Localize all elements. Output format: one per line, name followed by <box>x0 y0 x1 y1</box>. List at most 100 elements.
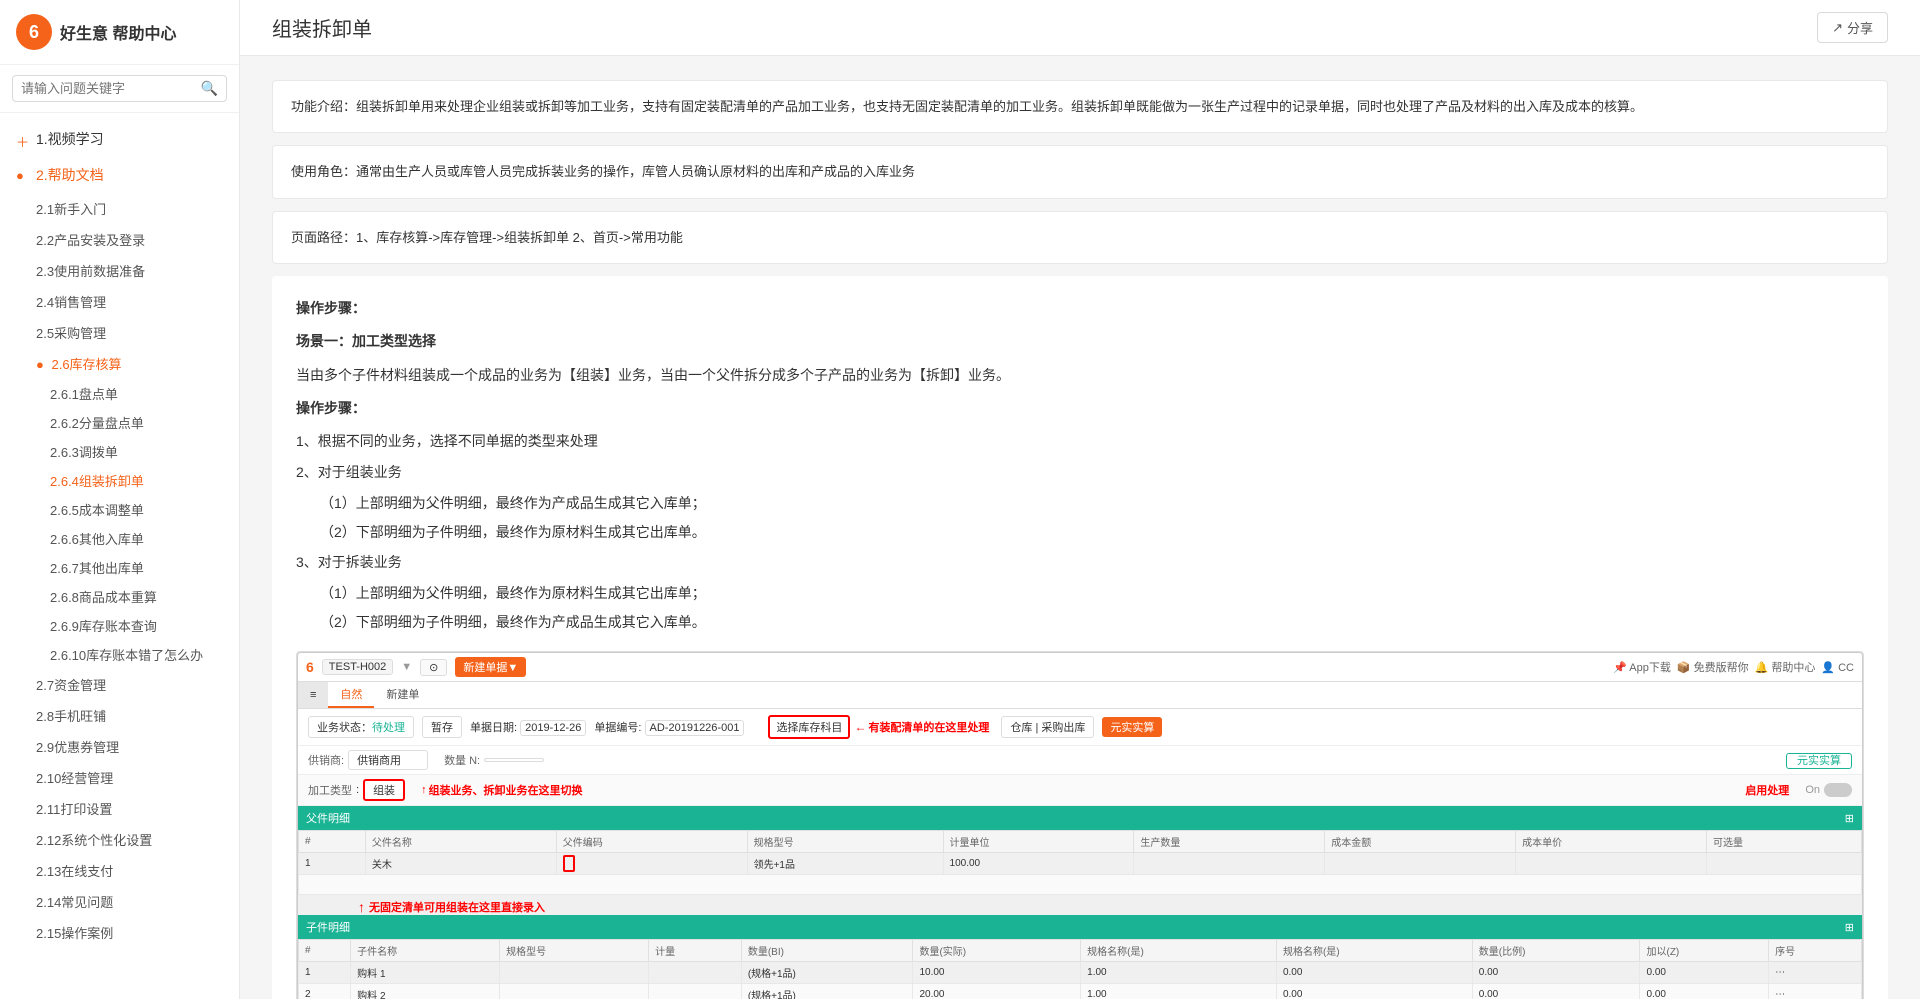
nav-item-265[interactable]: 2.6.5成本调整单 <box>0 495 239 524</box>
nav-item-2610[interactable]: 2.6.10库存账本错了怎么办 <box>0 640 239 669</box>
lth-num: 加以(Z) <box>1640 940 1769 962</box>
step-2: 2、对于组装业务 <box>296 460 1864 485</box>
th-unit: 计量单位 <box>943 831 1134 853</box>
search-box[interactable]: 🔍 <box>12 75 227 102</box>
app-logo: 6 <box>16 14 52 50</box>
path-text: 页面路径：1、库存核算->库存管理->组装拆卸单 2、首页->常用功能 <box>291 230 683 245</box>
nav-section-2: ● 2.帮助文档 2.1新手入门 2.2产品安装及登录 2.3使用前数据准备 2… <box>0 157 239 948</box>
search-input[interactable] <box>21 81 201 96</box>
sim-tab-natural[interactable]: 自然 <box>328 682 374 708</box>
share-button[interactable]: ↗ 分享 <box>1817 12 1888 43</box>
annotation-arrow-4: ↑ <box>358 899 365 915</box>
sim-type-value[interactable]: 组装 <box>363 779 405 801</box>
sim-processing-btn[interactable]: 业务状态：待处理 <box>308 716 414 738</box>
page-title: 组装拆卸单 <box>272 13 372 42</box>
annotation-3: 启用处理 <box>1745 782 1789 798</box>
lth-qty-actual: 数量(实际) <box>913 940 1081 962</box>
lth-seq: # <box>299 940 351 962</box>
nav-item-212[interactable]: 2.12系统个性化设置 <box>0 824 239 855</box>
nav-item-29[interactable]: 2.9优惠券管理 <box>0 731 239 762</box>
nav-item-docs[interactable]: ● 2.帮助文档 <box>0 157 239 193</box>
nav-item-24[interactable]: 2.4销售管理 <box>0 286 239 317</box>
sim-type-row: 加工类型: 组装 ↑ 组装业务、拆卸业务在这里切换 启用处理 On <box>298 775 1862 806</box>
logo-area: 6 好生意 帮助中心 <box>0 0 239 65</box>
ops-section: 操作步骤： 场景一：加工类型选择 当由多个子件材料组装成一个成品的业务为【组装】… <box>272 276 1888 999</box>
sim-count-field: 数量 N: <box>444 752 544 768</box>
cell-parent-code <box>556 853 747 875</box>
th-parent-code: 父件编码 <box>556 831 747 853</box>
sim-supplier-input[interactable]: 供销商用 <box>348 750 428 770</box>
nav-item-262[interactable]: 2.6.2分量盘点单 <box>0 408 239 437</box>
nav-item-269[interactable]: 2.6.9库存账本查询 <box>0 611 239 640</box>
lth-name: 子件名称 <box>351 940 500 962</box>
lth-qty-ratio: 数量(比例) <box>1472 940 1640 962</box>
step-3-2: （2）下部明细为子件明细，最终作为产成品生成其它入库单。 <box>320 610 1864 635</box>
sim-count-input[interactable] <box>484 758 544 762</box>
nav-item-26[interactable]: ● 2.6库存核算 <box>0 348 239 379</box>
nav-item-213[interactable]: 2.13在线支付 <box>0 855 239 886</box>
nav-item-215[interactable]: 2.15操作案例 <box>0 917 239 948</box>
intro-text: 功能介绍：组装拆卸单用来处理企业组装或拆卸等加工业务，支持有固定装配清单的产品加… <box>291 99 1643 114</box>
sim-assembly-btn[interactable]: 选择库存科目 <box>768 715 850 739</box>
sim-save-btn[interactable]: 暂存 <box>422 716 462 738</box>
nav-item-27[interactable]: 2.7资金管理 <box>0 669 239 700</box>
sim-lower-expand-btn[interactable]: ⊞ <box>1845 921 1854 934</box>
sim-tab-bar: 自然 新建单 <box>328 682 431 708</box>
sim-enable-btn[interactable]: On <box>1805 783 1852 797</box>
nav-item-21[interactable]: 2.1新手入门 <box>0 193 239 224</box>
sim-upper-expand-btn[interactable]: ⊞ <box>1845 812 1854 825</box>
role-block: 使用角色：通常由生产人员或库管人员完成拆装业务的操作，库管人员确认原材料的出库和… <box>272 145 1888 198</box>
share-icon: ↗ <box>1832 20 1843 36</box>
sim-ok-btn[interactable]: 元实实算 <box>1786 752 1852 768</box>
nav-item-263[interactable]: 2.6.3调拨单 <box>0 437 239 466</box>
ops-title: 操作步骤： <box>296 296 1864 321</box>
sim-form-row: 供销商: 供销商用 数量 N: 元实实算 <box>298 746 1862 775</box>
cell-qty <box>1134 853 1325 875</box>
th-qty: 生产数量 <box>1134 831 1325 853</box>
lth-spec2: 计量 <box>649 940 742 962</box>
step-3: 3、对于拆装业务 <box>296 550 1864 575</box>
table-row: 1 关木 领先+1品 100.00 <box>299 853 1862 875</box>
step-1: 1、根据不同的业务，选择不同单据的类型来处理 <box>296 429 1864 454</box>
sim-lower-header: 子件明细 ⊞ <box>298 915 1862 939</box>
sim-tab-new[interactable]: 新建单 <box>374 682 431 708</box>
cell-unit-cost <box>1516 853 1707 875</box>
annotation-arrow-2: ↑ <box>421 784 427 796</box>
step-2-2: （2）下部明细为子件明细，最终作为原材料生成其它出库单。 <box>320 520 1864 545</box>
nav-item-211[interactable]: 2.11打印设置 <box>0 793 239 824</box>
search-icon[interactable]: 🔍 <box>201 80 218 97</box>
nav-item-264[interactable]: 2.6.4组装拆卸单 <box>0 466 239 495</box>
nav-item-268[interactable]: 2.6.8商品成本重算 <box>0 582 239 611</box>
sim-action-btn[interactable]: 仓库 | 采购出库 <box>1001 716 1094 738</box>
lower-table-header-row: # 子件名称 规格型号 计量 数量(BI) 数量(实际) 规格名称(是) 规格名… <box>299 940 1862 962</box>
nav-item-261[interactable]: 2.6.1盘点单 <box>0 379 239 408</box>
nav-item-videos[interactable]: ＋ 1.视频学习 <box>0 121 239 157</box>
sim-confirm-btn[interactable]: 元实实算 <box>1102 717 1162 737</box>
nav-list: ＋ 1.视频学习 ● 2.帮助文档 2.1新手入门 2.2产品安装及登录 2.3… <box>0 113 239 999</box>
th-spec: 规格型号 <box>747 831 943 853</box>
table-row-empty <box>299 875 1862 895</box>
path-block: 页面路径：1、库存核算->库存管理->组装拆卸单 2、首页->常用功能 <box>272 211 1888 264</box>
nav-item-210[interactable]: 2.10经营管理 <box>0 762 239 793</box>
toggle-switch[interactable] <box>1824 783 1852 797</box>
nav-item-266[interactable]: 2.6.6其他入库单 <box>0 524 239 553</box>
annotation-1: 有装配清单的在这里处理 <box>868 719 989 735</box>
nav-item-23[interactable]: 2.3使用前数据准备 <box>0 255 239 286</box>
step-3-1: （1）上部明细为父件明细，最终作为原材料生成其它出库单； <box>320 581 1864 606</box>
nav-item-28[interactable]: 2.8手机旺铺 <box>0 700 239 731</box>
nav-item-25[interactable]: 2.5采购管理 <box>0 317 239 348</box>
nav-item-22[interactable]: 2.2产品安装及登录 <box>0 224 239 255</box>
sim-upper-header: 父件明细 ⊞ <box>298 806 1862 830</box>
nav-item-214[interactable]: 2.14常见问题 <box>0 886 239 917</box>
top-bar: 组装拆卸单 ↗ 分享 <box>240 0 1920 56</box>
screenshot-area: 6 TEST-H002 ▼ ⊙ 新建单据▼ 📌 App下载 📦 免费版帮你 🔔 … <box>296 651 1864 999</box>
expand-icon-2: ● <box>16 168 30 182</box>
sim-new-doc-btn[interactable]: 新建单据▼ <box>455 657 526 677</box>
main-content: 组装拆卸单 ↗ 分享 功能介绍：组装拆卸单用来处理企业组装或拆卸等加工业务，支持… <box>240 0 1920 999</box>
content-area: 功能介绍：组装拆卸单用来处理企业组装或拆卸等加工业务，支持有固定装配清单的产品加… <box>240 56 1920 999</box>
lth-name2: 规格名称(是) <box>1276 940 1472 962</box>
cell-code-highlighted <box>563 855 575 872</box>
step-2-1: （1）上部明细为父件明细，最终作为产成品生成其它入库单； <box>320 491 1864 516</box>
sim-lower-table: # 子件名称 规格型号 计量 数量(BI) 数量(实际) 规格名称(是) 规格名… <box>298 939 1862 999</box>
nav-item-267[interactable]: 2.6.7其他出库单 <box>0 553 239 582</box>
